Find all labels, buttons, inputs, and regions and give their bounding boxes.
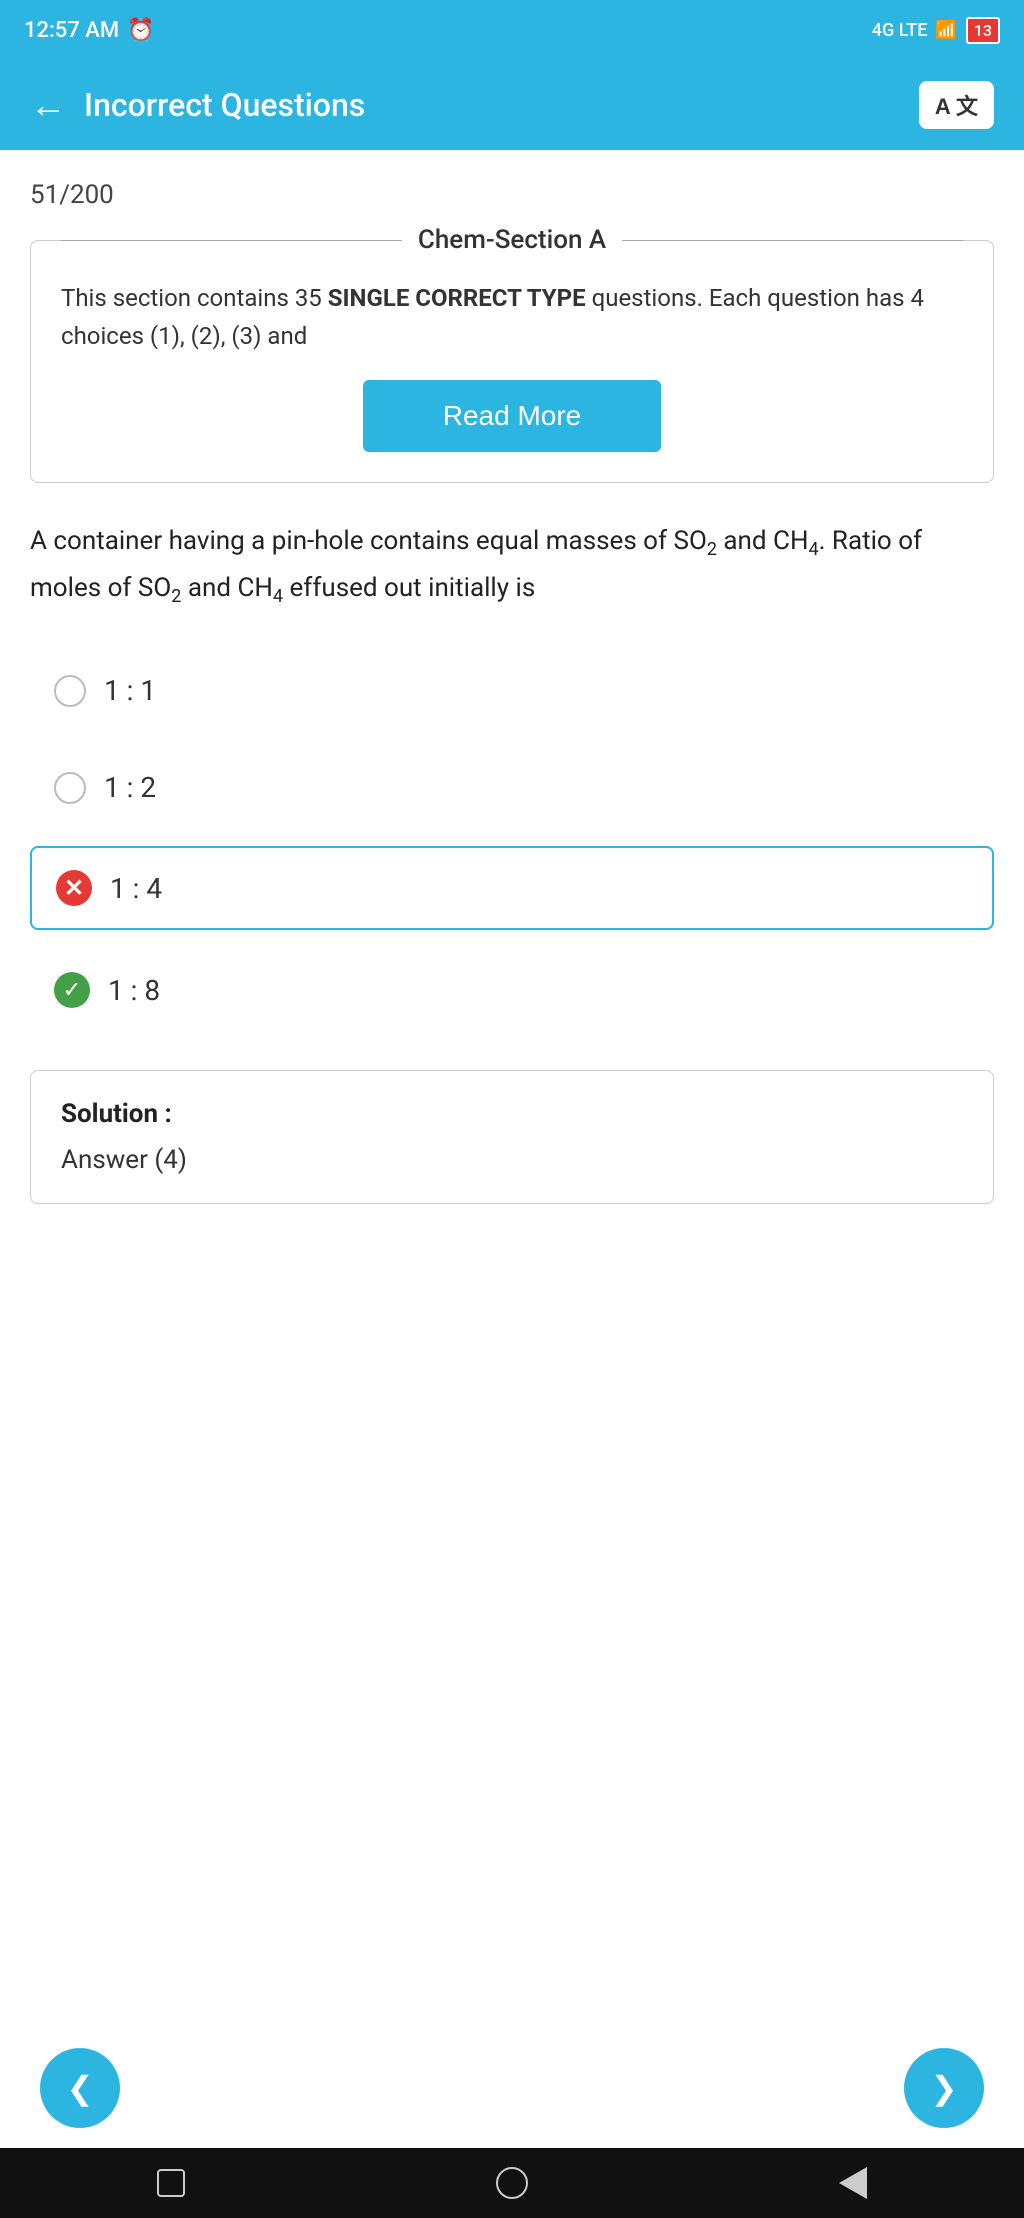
solution-box: Solution : Answer (4) xyxy=(30,1070,994,1204)
question-text: A container having a pin-hole contains e… xyxy=(30,519,994,613)
prev-button[interactable]: ❮ xyxy=(40,2048,120,2128)
section-title-bar: Chem-Section A xyxy=(61,225,963,255)
triangle-icon xyxy=(839,2167,867,2199)
section-card: Chem-Section A This section contains 35 … xyxy=(30,240,994,483)
title-line-left xyxy=(61,240,402,241)
app-bar: ← Incorrect Questions A 文 xyxy=(0,60,1024,150)
status-icons: 4G LTE 📶 13 xyxy=(872,17,1000,44)
option-4-label: 1 : 8 xyxy=(108,974,160,1007)
next-button[interactable]: ❯ xyxy=(904,2048,984,2128)
section-title: Chem-Section A xyxy=(402,225,622,255)
recent-apps-button[interactable] xyxy=(151,2163,191,2203)
battery-indicator: 13 xyxy=(966,17,1000,44)
signal-icon: 📶 xyxy=(935,20,957,41)
back-nav-button[interactable] xyxy=(833,2163,873,2203)
app-bar-title: Incorrect Questions xyxy=(84,86,365,124)
section-description: This section contains 35 SINGLE CORRECT … xyxy=(61,279,963,356)
time-text: 12:57 AM xyxy=(24,18,119,43)
correct-icon: ✓ xyxy=(54,972,90,1008)
radio-1 xyxy=(54,675,86,707)
app-bar-left: ← Incorrect Questions xyxy=(30,84,365,126)
alarm-icon: ⏰ xyxy=(127,18,154,43)
solution-title: Solution : xyxy=(61,1099,963,1129)
option-1[interactable]: 1 : 1 xyxy=(30,652,994,729)
options-list: 1 : 1 1 : 2 ✕ 1 : 4 ✓ 1 : 8 xyxy=(30,652,994,1030)
radio-2 xyxy=(54,772,86,804)
bottom-navigation: ❮ ❯ xyxy=(0,2028,1024,2148)
option-3[interactable]: ✕ 1 : 4 xyxy=(30,846,994,930)
translate-button[interactable]: A 文 xyxy=(919,81,994,129)
network-text: 4G LTE xyxy=(872,20,928,41)
circle-icon xyxy=(496,2167,528,2199)
option-3-label: 1 : 4 xyxy=(110,872,162,905)
option-1-label: 1 : 1 xyxy=(104,674,156,707)
option-2-label: 1 : 2 xyxy=(104,771,156,804)
option-4[interactable]: ✓ 1 : 8 xyxy=(30,950,994,1030)
read-more-button[interactable]: Read More xyxy=(363,380,662,452)
system-nav-bar xyxy=(0,2148,1024,2218)
option-2[interactable]: 1 : 2 xyxy=(30,749,994,826)
square-icon xyxy=(157,2169,185,2197)
solution-text: Answer (4) xyxy=(61,1145,963,1175)
main-content: 51/200 Chem-Section A This section conta… xyxy=(0,150,1024,1354)
title-line-right xyxy=(622,240,963,241)
question-counter: 51/200 xyxy=(30,180,994,210)
back-button[interactable]: ← xyxy=(30,84,66,126)
status-bar: 12:57 AM ⏰ 4G LTE 📶 13 xyxy=(0,0,1024,60)
wrong-icon: ✕ xyxy=(56,870,92,906)
status-time: 12:57 AM ⏰ xyxy=(24,18,155,43)
home-button[interactable] xyxy=(492,2163,532,2203)
battery-icon: 13 xyxy=(966,17,1000,44)
